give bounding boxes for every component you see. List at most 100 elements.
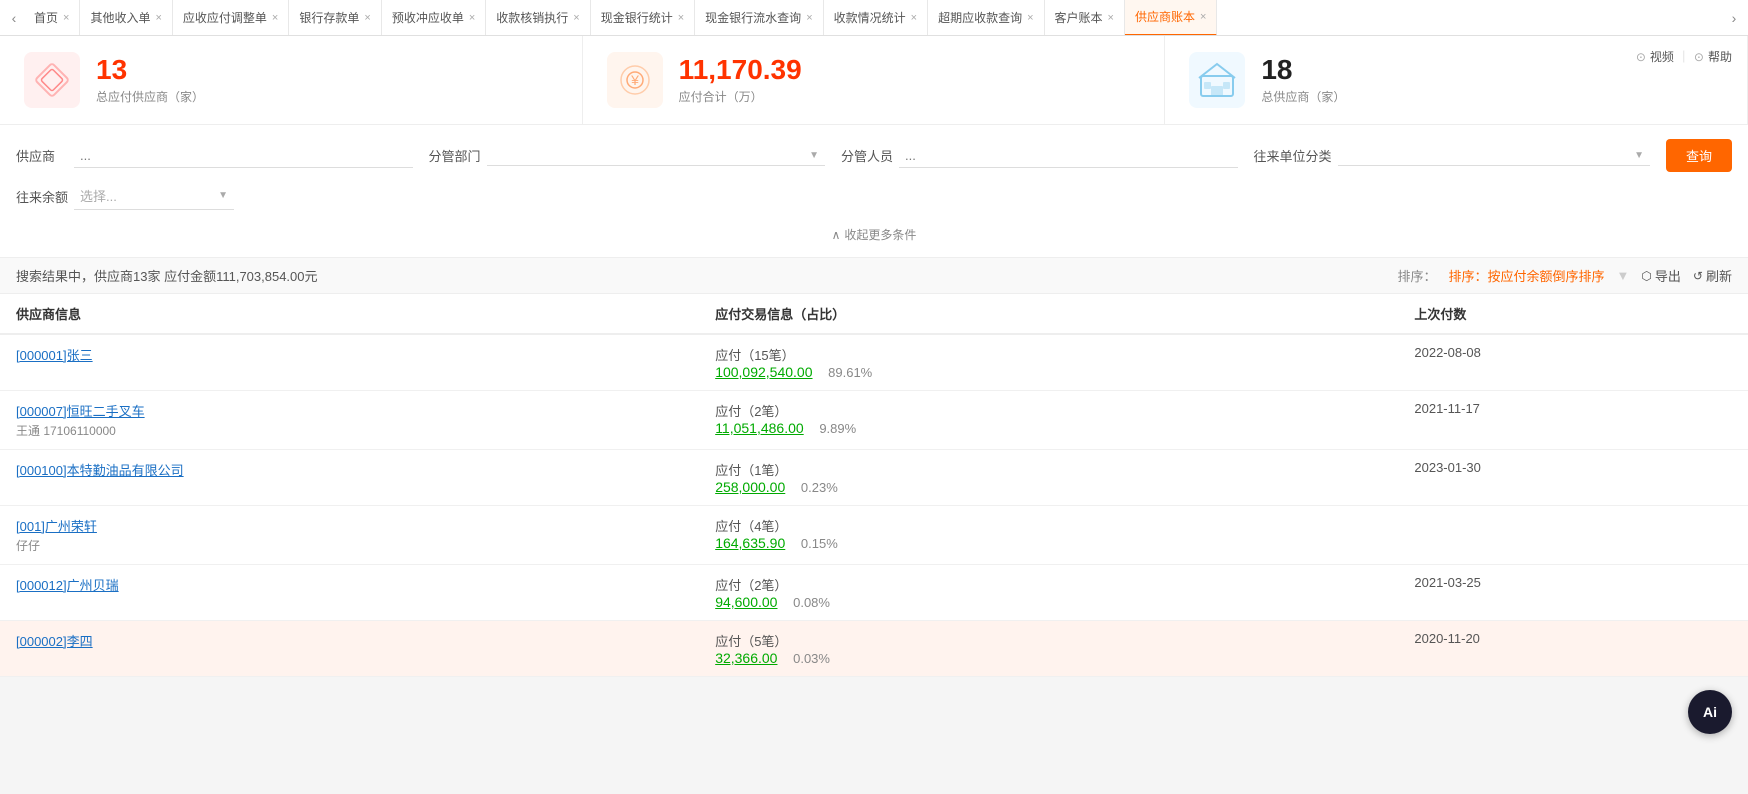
nav-tab-close-icon[interactable]: × <box>573 12 579 24</box>
nav-tab-close-icon[interactable]: × <box>1200 11 1206 23</box>
last-pay-date: 2021-03-25 <box>1414 575 1481 590</box>
refresh-button[interactable]: ↺ 刷新 <box>1693 266 1732 285</box>
nav-tab-receivable-exec[interactable]: 收款核销执行 × <box>486 0 590 36</box>
tx-cell: 应付（2笔） 11,051,486.00 9.89% <box>699 391 1398 450</box>
store-icon <box>1195 58 1239 102</box>
nav-tab-close-icon[interactable]: × <box>364 12 370 24</box>
sort-label: 排序： <box>1398 266 1437 285</box>
export-button[interactable]: ⬡ 导出 <box>1641 266 1681 285</box>
total-payable-suppliers-num: 13 <box>96 56 204 84</box>
person-input[interactable] <box>899 144 1237 168</box>
unit-type-filter-item: 往来单位分类 ▼ <box>1254 146 1651 166</box>
tx-amount[interactable]: 100,092,540.00 <box>715 364 812 380</box>
sort-value[interactable]: 排序：按应付余额倒序排序 <box>1449 266 1605 285</box>
refresh-label: 刷新 <box>1706 266 1732 285</box>
tx-label: 应付（4笔） <box>715 516 1382 535</box>
supplier-link[interactable]: [000007]恒旺二手叉车 <box>16 404 145 419</box>
balance-chevron-down-icon: ▼ <box>218 190 228 201</box>
last-pay-cell <box>1398 506 1748 565</box>
export-icon: ⬡ <box>1641 269 1651 283</box>
collapse-button[interactable]: ∧ 收起更多条件 <box>16 220 1732 249</box>
last-pay-date: 2020-11-20 <box>1414 631 1480 646</box>
table-row: [000100]本特勤油品有限公司应付（1笔） 258,000.00 0.23%… <box>0 450 1748 506</box>
nav-tab-other-income[interactable]: 其他收入单 × <box>80 0 172 36</box>
query-button[interactable]: 查询 <box>1666 139 1732 172</box>
nav-tab-collection-stat[interactable]: 收款情况统计× <box>824 0 928 36</box>
nav-tab-close-icon[interactable]: × <box>272 12 278 24</box>
tx-cell: 应付（4笔） 164,635.90 0.15% <box>699 506 1398 565</box>
last-pay-cell: 2023-01-30 <box>1398 450 1748 506</box>
nav-tab-close-icon[interactable]: × <box>1027 12 1033 24</box>
supplier-link[interactable]: [001]广州荣轩 <box>16 519 97 534</box>
supplier-input[interactable] <box>74 144 413 168</box>
supplier-link[interactable]: [000012]广州贝瑞 <box>16 578 119 593</box>
filter-section: 供应商 分管部门 ▼ 分管人员 往来单位分类 ▼ 查询 往来余额 <box>0 125 1748 258</box>
nav-tab-ap-adjust[interactable]: 应收应付调整单× <box>173 0 289 36</box>
summary-icon-diamond <box>24 52 80 108</box>
result-text: 搜索结果中，供应商13家 应付金额111,703,854.00元 <box>16 266 318 285</box>
nav-tab-cash-bank-stat[interactable]: 现金银行统计 × <box>591 0 695 36</box>
tx-label: 应付（2笔） <box>715 401 1382 420</box>
balance-select[interactable]: 选择... ▼ <box>74 182 234 210</box>
nav-tab-label: 其他收入单 <box>90 9 150 26</box>
nav-next-arrow[interactable]: › <box>1724 0 1744 36</box>
nav-tab-label: 现金银行统计 <box>601 9 673 26</box>
summary-text-1: 13 总应付供应商（家） <box>96 56 204 105</box>
tx-amount[interactable]: 94,600.00 <box>715 594 777 610</box>
table-row: [000012]广州贝瑞应付（2笔） 94,600.00 0.08% 2021-… <box>0 565 1748 621</box>
nav-tab-cash-bank-flow[interactable]: 现金银行流水查询× <box>695 0 823 36</box>
last-pay-date: 2023-01-30 <box>1414 460 1481 475</box>
summary-card-total-amount: ¥ 11,170.39 应付合计（万） <box>583 36 1166 124</box>
nav-tab-close-icon[interactable]: × <box>155 12 161 24</box>
dept-filter-item: 分管部门 ▼ <box>429 146 826 166</box>
tx-amount[interactable]: 258,000.00 <box>715 479 785 495</box>
nav-tab-label: 银行存款单 <box>299 9 359 26</box>
result-actions: 排序： 排序：按应付余额倒序排序 ▼ ⬡ 导出 ↺ 刷新 <box>1398 266 1732 285</box>
tx-percent: 0.03% <box>793 651 830 666</box>
tx-percent: 89.61% <box>828 365 872 380</box>
supplier-link[interactable]: [000002]李四 <box>16 634 93 649</box>
tx-amount[interactable]: 11,051,486.00 <box>715 420 804 436</box>
nav-tab-close-icon[interactable]: × <box>469 12 475 24</box>
tx-label: 应付（2笔） <box>715 575 1382 594</box>
video-link[interactable]: 视频 <box>1650 48 1674 65</box>
person-filter-item: 分管人员 <box>841 144 1238 168</box>
refresh-icon: ↺ <box>1693 269 1703 283</box>
nav-tab-close-icon[interactable]: × <box>1108 12 1114 24</box>
nav-tab-home[interactable]: 首页 × <box>24 0 80 36</box>
help-link[interactable]: 帮助 <box>1708 48 1732 65</box>
result-bar: 搜索结果中，供应商13家 应付金额111,703,854.00元 排序： 排序：… <box>0 258 1748 294</box>
summary-section: 13 总应付供应商（家） ¥ 11,170.39 应付合计（万） <box>0 36 1748 125</box>
supplier-link[interactable]: [000100]本特勤油品有限公司 <box>16 463 184 478</box>
nav-tab-label: 首页 <box>34 9 58 26</box>
filter-row-2: 往来余额 选择... ▼ <box>16 182 1732 210</box>
diamond-icon <box>32 60 72 100</box>
supplier-link[interactable]: [000001]张三 <box>16 348 93 363</box>
nav-tab-advance-receivable[interactable]: 预收冲应收单× <box>382 0 486 36</box>
nav-tab-bank-deposit[interactable]: 银行存款单 × <box>289 0 381 36</box>
nav-tab-close-icon[interactable]: × <box>806 12 812 24</box>
ai-badge[interactable]: Ai <box>1688 690 1732 734</box>
nav-tab-close-icon[interactable]: × <box>63 12 69 24</box>
nav-tab-label: 客户账本 <box>1055 9 1103 26</box>
unit-type-select[interactable]: ▼ <box>1338 146 1650 166</box>
tx-cell: 应付（5笔） 32,366.00 0.03% <box>699 621 1398 677</box>
total-amount-label: 应付合计（万） <box>679 88 802 105</box>
nav-tab-customer-account[interactable]: 客户账本 × <box>1045 0 1125 36</box>
nav-tab-overdue-query[interactable]: 超期应收款查询× <box>928 0 1044 36</box>
dept-select[interactable]: ▼ <box>487 146 825 166</box>
collapse-chevron-icon: ∧ <box>832 228 841 242</box>
tx-label: 应付（5笔） <box>715 631 1382 650</box>
tx-percent: 9.89% <box>819 421 856 436</box>
filter-row-1: 供应商 分管部门 ▼ 分管人员 往来单位分类 ▼ 查询 <box>16 139 1732 172</box>
nav-tab-close-icon[interactable]: × <box>678 12 684 24</box>
nav-tab-label: 收款核销执行 <box>496 9 568 26</box>
nav-tab-supplier-account[interactable]: 供应商账本× <box>1125 0 1217 36</box>
tx-amount[interactable]: 32,366.00 <box>715 650 777 666</box>
tx-amount[interactable]: 164,635.90 <box>715 535 785 551</box>
nav-prev-arrow[interactable]: ‹ <box>4 0 24 36</box>
total-suppliers-num: 18 <box>1261 56 1345 84</box>
supplier-table: 供应商信息 应付交易信息（占比） 上次付数 [000001]张三应付（15笔） … <box>0 294 1748 677</box>
last-pay-cell: 2020-11-20 <box>1398 621 1748 677</box>
nav-tab-close-icon[interactable]: × <box>911 12 917 24</box>
